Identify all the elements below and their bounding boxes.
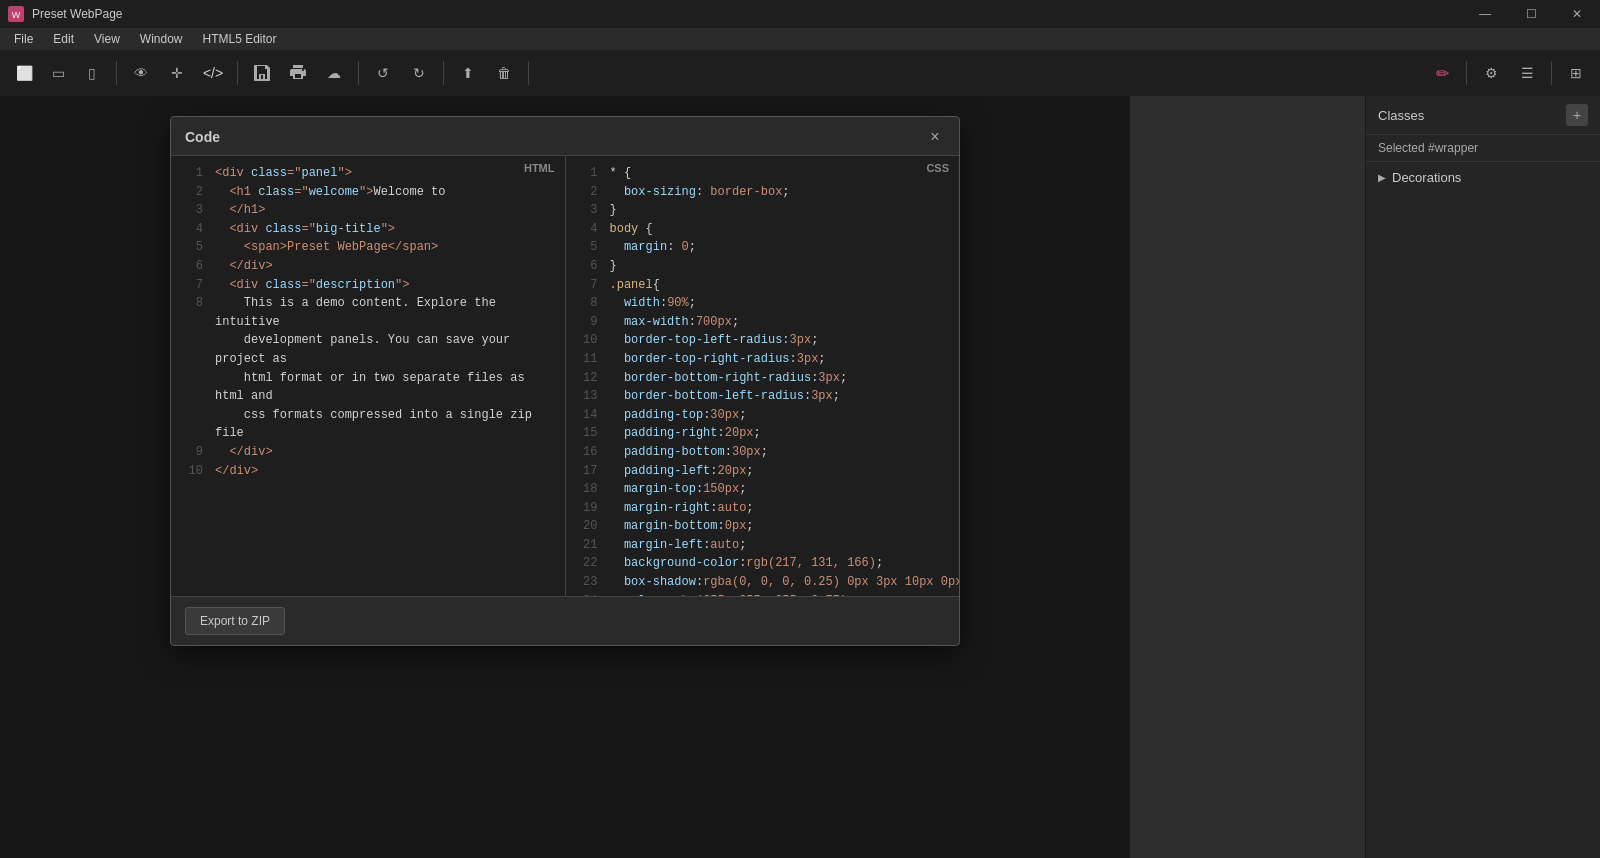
css-line-7: 7 .panel{ [566,276,960,295]
menu-file[interactable]: File [4,30,43,48]
html-line-1: 1 <div class="panel"> [171,164,565,183]
modal-header: Code × [171,117,959,156]
mobile-icon[interactable]: ▯ [76,57,108,89]
modal-title: Code [185,129,220,145]
css-line-6: 6 } [566,257,960,276]
toolbar-sep-7 [1551,61,1552,85]
css-line-11: 11 border-top-right-radius:3px; [566,350,960,369]
html-line-2: 2 <h1 class="welcome">Welcome to [171,183,565,202]
html-label: HTML [524,162,555,174]
titlebar: W Preset WebPage — ☐ ✕ [0,0,1600,28]
css-line-10: 10 border-top-left-radius:3px; [566,331,960,350]
css-line-21: 21 margin-left:auto; [566,536,960,555]
css-label: CSS [926,162,949,174]
html-line-4: 4 <div class="big-title"> [171,220,565,239]
css-line-8: 8 width:90%; [566,294,960,313]
css-line-23: 23 box-shadow:rgba(0, 0, 0, 0.25) 0px 3p… [566,573,960,592]
toolbar-sep-3 [358,61,359,85]
toolbar-sep-2 [237,61,238,85]
html-line-6: 6 </div> [171,257,565,276]
toolbar-sep-6 [1466,61,1467,85]
undo-icon[interactable]: ↺ [367,57,399,89]
css-line-4: 4 body { [566,220,960,239]
minimize-button[interactable]: — [1462,0,1508,28]
code-area: HTML 1 <div class="panel"> 2 <h1 class="… [171,156,959,596]
sidebar-decorations-item[interactable]: ▶ Decorations [1366,162,1600,193]
save-icon[interactable] [246,57,278,89]
view-mode-group: ⬜ ▭ ▯ [8,57,108,89]
html-line-5: 5 <span>Preset WebPage</span> [171,238,565,257]
upload-icon[interactable]: ⬆ [452,57,484,89]
classes-label: Classes [1378,108,1424,123]
tablet-icon[interactable]: ▭ [42,57,74,89]
close-button[interactable]: ✕ [1554,0,1600,28]
modal-close-button[interactable]: × [925,127,945,147]
html-line-7: 7 <div class="description"> [171,276,565,295]
css-line-24: 24 color:rgba(255, 255, 255, 0.75); [566,592,960,596]
toolbar-sep-1 [116,61,117,85]
app-title: Preset WebPage [32,7,123,21]
html-line-3: 3 </h1> [171,201,565,220]
app-icon: W [8,6,24,22]
toolbar: ⬜ ▭ ▯ 👁 ✛ </> ☁ ↺ ↻ ⬆ 🗑 ✏ ⚙ ☰ ⊞ [0,50,1600,96]
html-line-10: 10 </div> [171,462,565,481]
css-line-19: 19 margin-right:auto; [566,499,960,518]
decorations-label: Decorations [1392,170,1461,185]
sidebar-classes-header: Classes + [1366,96,1600,135]
export-zip-button[interactable]: Export to ZIP [185,607,285,635]
menu-html5editor[interactable]: HTML5 Editor [193,30,287,48]
settings-icon[interactable]: ⚙ [1475,57,1507,89]
brush-icon[interactable]: ✏ [1426,57,1458,89]
toolbar-sep-5 [528,61,529,85]
maximize-button[interactable]: ☐ [1508,0,1554,28]
css-line-14: 14 padding-top:30px; [566,406,960,425]
menu-edit[interactable]: Edit [43,30,84,48]
css-panel[interactable]: CSS 1 * { 2 box-sizing: border-box; 3 } [566,156,960,596]
css-line-15: 15 padding-right:20px; [566,424,960,443]
css-line-17: 17 padding-left:20px; [566,462,960,481]
main-area: This is...as h...file... Code × HTML 1 [0,96,1600,858]
modal-footer: Export to ZIP [171,596,959,645]
redo-icon[interactable]: ↻ [403,57,435,89]
css-line-18: 18 margin-top:150px; [566,480,960,499]
sidebar-selected-text: Selected #wrapper [1366,135,1600,162]
delete-icon[interactable]: 🗑 [488,57,520,89]
html-panel[interactable]: HTML 1 <div class="panel"> 2 <h1 class="… [171,156,565,596]
print-icon[interactable] [282,57,314,89]
preview-icon[interactable]: 👁 [125,57,157,89]
canvas-area: This is...as h...file... Code × HTML 1 [0,96,1365,858]
right-sidebar: Classes + Selected #wrapper ▶ Decoration… [1365,96,1600,858]
html-line-9: 9 </div> [171,443,565,462]
css-line-1: 1 * { [566,164,960,183]
css-line-22: 22 background-color:rgb(217, 131, 166); [566,554,960,573]
toolbar-sep-4 [443,61,444,85]
window-controls: — ☐ ✕ [1462,0,1600,28]
svg-text:W: W [12,10,21,20]
css-line-9: 9 max-width:700px; [566,313,960,332]
menu-view[interactable]: View [84,30,130,48]
css-line-20: 20 margin-bottom:0px; [566,517,960,536]
css-line-13: 13 border-bottom-left-radius:3px; [566,387,960,406]
grid-icon[interactable]: ⊞ [1560,57,1592,89]
css-line-16: 16 padding-bottom:30px; [566,443,960,462]
chevron-right-icon: ▶ [1378,172,1386,183]
add-class-button[interactable]: + [1566,104,1588,126]
code-view-icon[interactable]: </> [197,57,229,89]
modal-overlay: Code × HTML 1 <div class="panel"> 2 [0,96,1130,858]
menu-icon[interactable]: ☰ [1511,57,1543,89]
css-line-3: 3 } [566,201,960,220]
select-icon[interactable]: ✛ [161,57,193,89]
menubar: File Edit View Window HTML5 Editor [0,28,1600,50]
cloud-icon[interactable]: ☁ [318,57,350,89]
monitor-icon[interactable]: ⬜ [8,57,40,89]
css-line-12: 12 border-bottom-right-radius:3px; [566,369,960,388]
code-modal: Code × HTML 1 <div class="panel"> 2 [170,116,960,646]
menu-window[interactable]: Window [130,30,193,48]
html-line-8: 8 This is a demo content. Explore the in… [171,294,565,443]
css-line-2: 2 box-sizing: border-box; [566,183,960,202]
css-line-5: 5 margin: 0; [566,238,960,257]
